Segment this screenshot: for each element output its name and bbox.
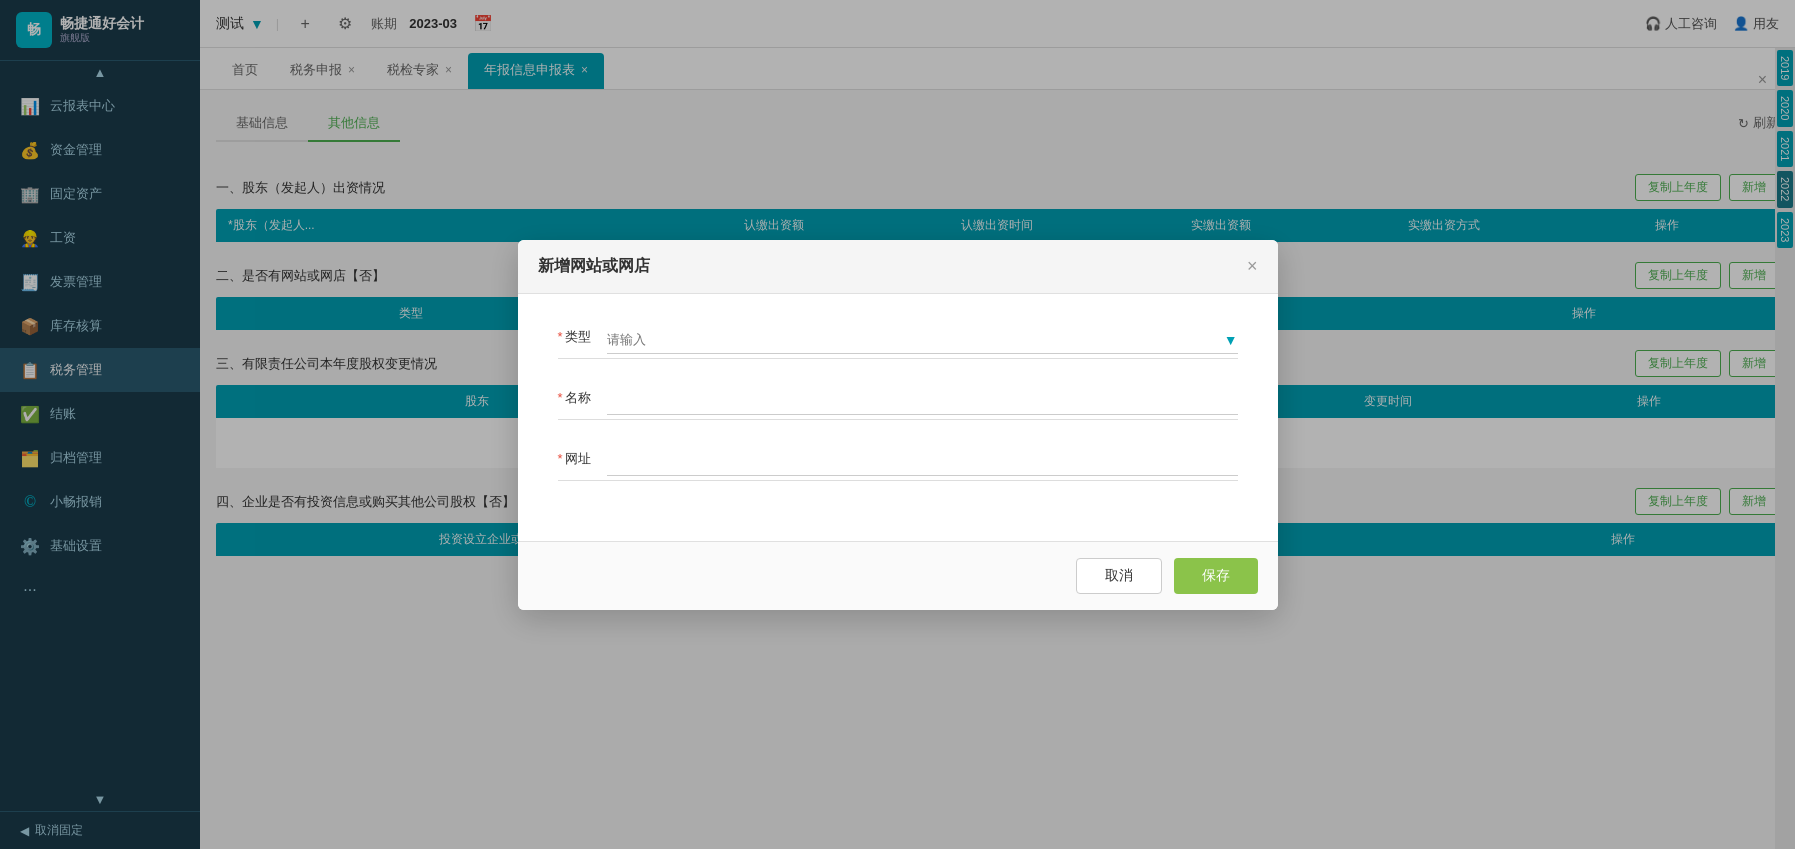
modal-footer: 取消 保存 [518,541,1278,610]
modal-overlay: 新增网站或网店 × *类型 ▼ [0,0,1795,849]
name-label: *名称 [558,389,591,407]
add-website-modal: 新增网站或网店 × *类型 ▼ [518,240,1278,610]
form-row-type: *类型 ▼ [558,326,1238,359]
modal-header: 新增网站或网店 × [518,240,1278,294]
name-input[interactable] [607,387,1238,415]
url-input[interactable] [607,448,1238,476]
form-row-url: *网址 [558,448,1238,481]
name-required-mark: * [558,390,563,405]
url-label: *网址 [558,450,591,468]
type-label: *类型 [558,328,591,346]
modal-title: 新增网站或网店 [538,256,650,277]
modal-body: *类型 ▼ *名称 [518,294,1278,541]
type-input[interactable] [607,326,1238,354]
type-required-mark: * [558,329,563,344]
form-row-name: *名称 [558,387,1238,420]
modal-close-button[interactable]: × [1247,256,1258,277]
url-required-mark: * [558,451,563,466]
save-button[interactable]: 保存 [1174,558,1258,594]
cancel-button[interactable]: 取消 [1076,558,1162,594]
